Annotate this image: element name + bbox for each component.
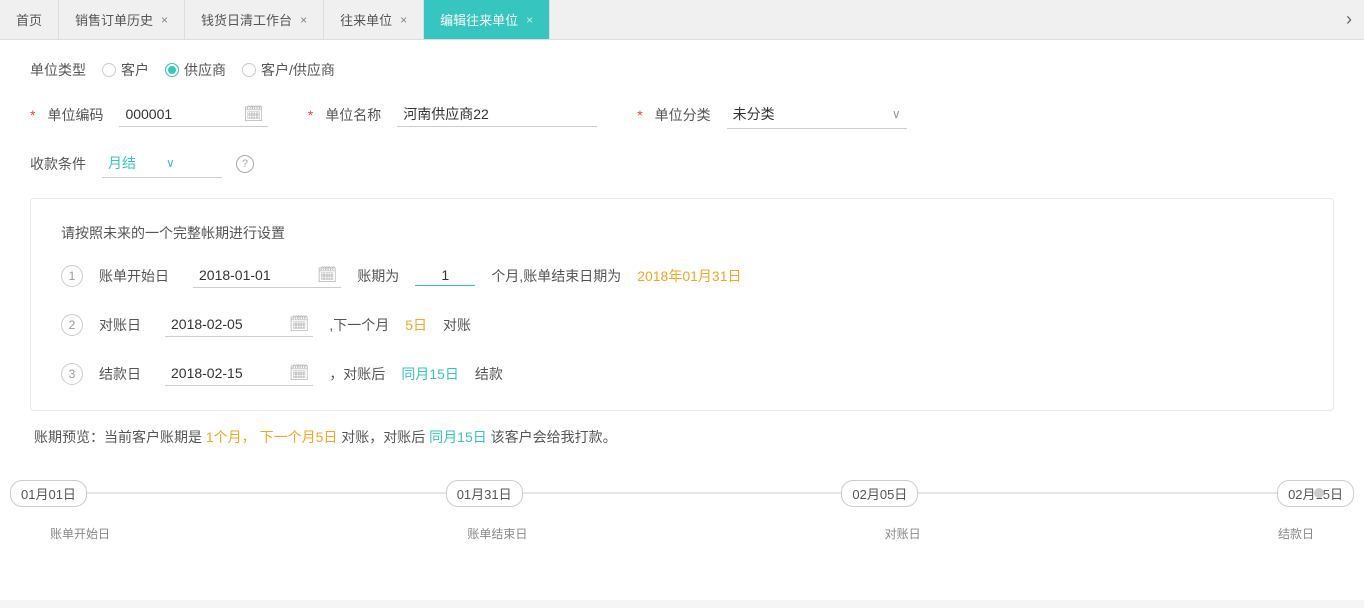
step-3-highlight: 同月15日	[401, 364, 459, 384]
unit-category-label: 单位分类	[655, 105, 711, 125]
unit-name-input[interactable]	[397, 102, 597, 127]
step-2-highlight: 5日	[405, 315, 427, 335]
step-num-3: 3	[61, 363, 83, 385]
step-2-date-input-group: 🗓	[165, 312, 313, 337]
tab-counterparty[interactable]: 往来单位 ×	[324, 0, 424, 39]
preview-text: 账期预览：当前客户账期是 1个月， 下一个月5日 对账，对账后 同月15日 该客…	[30, 427, 1334, 447]
timeline-wrapper: 01月01日 01月31日 02月05日 02月15日 账单开始日 账单结束日 …	[30, 463, 1334, 542]
payment-condition-label: 收款条件	[30, 154, 86, 174]
timeline-point-1: 01月31日	[446, 480, 523, 507]
timeline-point-0: 01月01日	[10, 480, 87, 507]
close-tab-edit-counterparty[interactable]: ×	[526, 13, 533, 27]
preview-part4: 同月15日	[429, 429, 487, 445]
preview-label: 账期预览：当前客户账期是	[34, 429, 202, 445]
timeline-end-dot	[1314, 488, 1324, 498]
payment-condition-value: 月结	[108, 153, 158, 173]
preview-part3: 对账，对账后	[341, 429, 425, 445]
tab-edit-counterparty[interactable]: 编辑往来单位 ×	[424, 0, 550, 39]
tl-label-2: 对账日	[885, 525, 921, 542]
timeline-points: 01月01日 01月31日 02月05日 02月15日	[50, 480, 1314, 507]
close-tab-counterparty[interactable]: ×	[400, 13, 407, 27]
unit-code-calendar-icon[interactable]: 🗓	[239, 104, 267, 124]
unit-type-radio-group: 客户 供应商 客户/供应商	[102, 60, 335, 80]
radio-circle-both	[242, 63, 256, 77]
unit-category-arrow-icon: ∨	[892, 107, 901, 121]
step-2-prefix: ,下一个月	[329, 315, 389, 335]
step-3-date-input-group: 🗓	[165, 361, 313, 386]
unit-code-star: *	[30, 107, 35, 123]
step-num-1: 1	[61, 265, 83, 287]
step-3-date-input[interactable]	[165, 361, 285, 385]
step-1-suffix-label: 账期为	[357, 266, 399, 286]
radio-supplier[interactable]: 供应商	[165, 60, 226, 80]
unit-category-select[interactable]: 未分类 ∨	[727, 100, 907, 129]
step-1-period-input[interactable]	[415, 265, 475, 286]
tl-label-0: 账单开始日	[50, 525, 110, 542]
radio-both[interactable]: 客户/供应商	[242, 60, 335, 80]
unit-code-input-group: 🗓	[119, 102, 267, 127]
step-2-calendar-icon[interactable]: 🗓	[285, 314, 313, 334]
main-content: 单位类型 客户 供应商 客户/供应商 * 单位编码 🗓	[0, 40, 1364, 600]
step-row-1: 1 账单开始日 🗓 账期为 个月,账单结束日期为 2018年01月31日	[61, 263, 1303, 288]
payment-condition-select[interactable]: 月结 ∨	[102, 149, 222, 178]
tl-pill-2: 02月05日	[841, 480, 918, 507]
step-3-field-label: 结款日	[99, 364, 141, 384]
step-1-field-label: 账单开始日	[99, 266, 169, 286]
unit-type-label: 单位类型	[30, 60, 86, 80]
preview-part5: 该客户会给我打款。	[491, 429, 617, 445]
close-tab-cashflow[interactable]: ×	[300, 13, 307, 27]
tab-sales-history[interactable]: 销售订单历史 ×	[59, 0, 185, 39]
tab-cashflow[interactable]: 钱货日清工作台 ×	[185, 0, 324, 39]
preview-part1: 1个月，	[206, 429, 256, 445]
timeline-point-2: 02月05日	[841, 480, 918, 507]
payment-condition-row: 收款条件 月结 ∨ ?	[30, 149, 1334, 178]
radio-customer[interactable]: 客户	[102, 60, 149, 80]
unit-code-input[interactable]	[119, 102, 239, 126]
tl-label-3: 结款日	[1278, 525, 1314, 542]
help-icon[interactable]: ?	[236, 155, 254, 173]
period-box-title: 请按照未来的一个完整帐期进行设置	[61, 223, 1303, 243]
tab-more-button[interactable]: ›	[1334, 0, 1364, 39]
step-2-date-input[interactable]	[165, 312, 285, 336]
close-tab-sales-history[interactable]: ×	[161, 13, 168, 27]
radio-circle-supplier	[165, 63, 179, 77]
tab-home[interactable]: 首页	[0, 0, 59, 39]
step-1-period-unit: 个月,账单结束日期为	[491, 266, 621, 286]
step-num-2: 2	[61, 314, 83, 336]
unit-name-label: 单位名称	[325, 105, 381, 125]
period-settings-box: 请按照未来的一个完整帐期进行设置 1 账单开始日 🗓 账期为 个月,账单结束日期…	[30, 198, 1334, 411]
step-3-calendar-icon[interactable]: 🗓	[285, 363, 313, 383]
timeline-labels: 账单开始日 账单结束日 对账日 结款日	[40, 525, 1324, 542]
step-1-calendar-icon[interactable]: 🗓	[313, 265, 341, 285]
radio-circle-customer	[102, 63, 116, 77]
step-row-2: 2 对账日 🗓 ,下一个月 5日 对账	[61, 312, 1303, 337]
step-1-end-date: 2018年01月31日	[637, 266, 741, 286]
tabs-bar: 首页 销售订单历史 × 钱货日清工作台 × 往来单位 × 编辑往来单位 × ›	[0, 0, 1364, 40]
unit-category-star: *	[637, 107, 642, 123]
payment-condition-arrow-icon: ∨	[166, 156, 216, 170]
preview-part2: 下一个月5日	[260, 429, 338, 445]
step-2-suffix: 对账	[443, 315, 471, 335]
unit-type-row: 单位类型 客户 供应商 客户/供应商	[30, 60, 1334, 80]
unit-info-row: * 单位编码 🗓 * 单位名称 * 单位分类 未分类 ∨	[30, 100, 1334, 129]
step-3-suffix: 结款	[475, 364, 503, 384]
step-1-date-input-group: 🗓	[193, 263, 341, 288]
unit-code-label: 单位编码	[47, 105, 103, 125]
step-3-prefix: ，对账后	[329, 364, 385, 384]
tl-pill-0: 01月01日	[10, 480, 87, 507]
unit-name-star: *	[308, 107, 313, 123]
tl-pill-1: 01月31日	[446, 480, 523, 507]
step-2-field-label: 对账日	[99, 315, 141, 335]
unit-category-value: 未分类	[733, 104, 892, 124]
step-row-3: 3 结款日 🗓 ，对账后 同月15日 结款	[61, 361, 1303, 386]
tl-label-1: 账单结束日	[467, 525, 527, 542]
step-1-date-input[interactable]	[193, 263, 313, 287]
